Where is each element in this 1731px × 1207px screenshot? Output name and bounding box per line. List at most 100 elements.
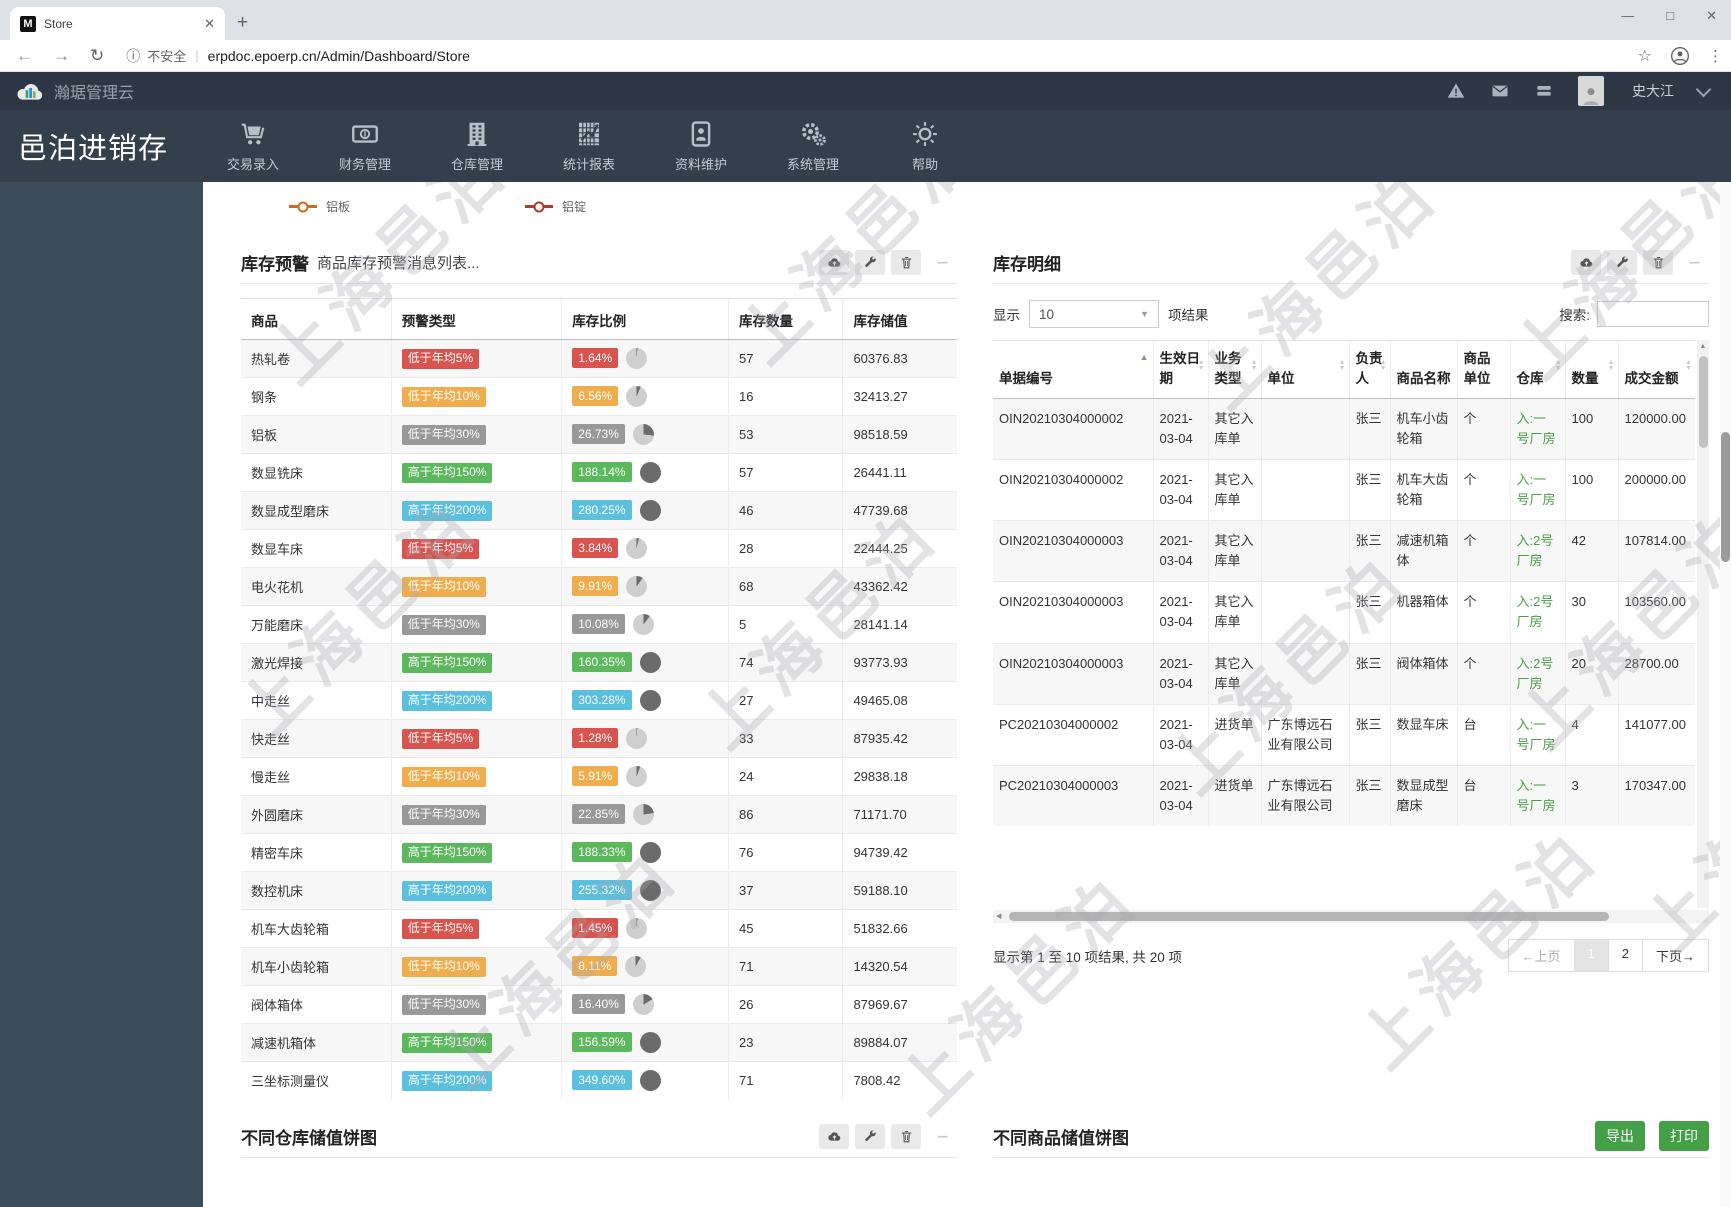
address-bar[interactable]: ⓘ 不安全 | erpdoc.epoerp.cn/Admin/Dashboard…: [126, 46, 1637, 66]
warning-table-row[interactable]: 三坐标测量仪 高于年均200% 349.60% 71 7808.42: [241, 1061, 957, 1099]
bookmark-star-icon[interactable]: ☆: [1638, 46, 1652, 66]
warehouse-cell[interactable]: 入:一号厂房: [1509, 458, 1565, 521]
page-button-2[interactable]: 2: [1607, 939, 1643, 972]
detail-table-row[interactable]: OIN20210304000002 2021-03-04 其它入库单 张三 机车小齿轮箱…: [993, 397, 1695, 460]
page-button-1[interactable]: 1: [1573, 939, 1609, 972]
warehouse-cell[interactable]: 入:一号厂房: [1509, 703, 1565, 766]
cloud-upload-button[interactable]: [819, 1123, 849, 1149]
warning-table-row[interactable]: 阀体箱体 低于年均30% 16.40% 26 87969.67: [241, 985, 957, 1024]
warning-table-row[interactable]: 激光焊接 高于年均150% 160.35% 74 93773.93: [241, 643, 957, 682]
chevron-down-icon[interactable]: [1695, 81, 1712, 97]
detail-column-header[interactable]: 成交金额 ▲ ▼: [1617, 340, 1695, 399]
tab-close-icon[interactable]: ✕: [204, 16, 215, 32]
warehouse-cell[interactable]: 入:2号厂房: [1509, 520, 1565, 582]
warning-column-header[interactable]: 库存数量: [728, 298, 843, 340]
nav-item-reports[interactable]: 统计报表: [555, 119, 623, 173]
window-minimize-button[interactable]: —: [1621, 8, 1634, 24]
detail-table-row[interactable]: PC20210304000002 2021-03-04 进货单 广东博远石业有限公司张…: [993, 703, 1695, 766]
user-avatar[interactable]: [1578, 76, 1604, 106]
detail-column-header[interactable]: 商品名称: [1389, 340, 1457, 399]
table-vertical-scrollbar[interactable]: ▲: [1697, 340, 1709, 908]
prev-page-button[interactable]: ←上页: [1507, 939, 1575, 972]
detail-column-header[interactable]: 仓库 ▲ ▼: [1509, 340, 1565, 399]
search-input[interactable]: [1597, 301, 1709, 327]
warning-table-row[interactable]: 钢条 低于年均10% 6.56% 16 32413.27: [241, 377, 957, 416]
page-scrollbar[interactable]: [1720, 182, 1731, 1207]
mail-icon[interactable]: [1490, 81, 1510, 101]
nav-item-warehouse[interactable]: 仓库管理: [443, 119, 511, 173]
new-tab-button[interactable]: +: [237, 12, 248, 34]
scroll-left-icon[interactable]: ◀: [996, 912, 1001, 920]
warning-table-row[interactable]: 外圆磨床 低于年均30% 22.85% 86 71171.70: [241, 795, 957, 834]
window-close-button[interactable]: ✕: [1706, 8, 1717, 24]
alert-icon[interactable]: [1446, 81, 1466, 101]
detail-column-header[interactable]: 商品单位: [1456, 340, 1510, 399]
detail-table-row[interactable]: OIN20210304000003 2021-03-04 其它入库单 张三 减速机箱体个…: [993, 520, 1695, 582]
horizontal-scroll-thumb[interactable]: [1009, 912, 1609, 921]
trash-button[interactable]: [891, 249, 921, 275]
detail-column-header[interactable]: 单位 ▲ ▼: [1260, 340, 1349, 399]
nav-item-finance[interactable]: 财务管理: [331, 119, 399, 173]
warning-table-row[interactable]: 机车小齿轮箱 低于年均10% 8.11% 71 14320.54: [241, 947, 957, 986]
warning-column-header[interactable]: 商品: [241, 298, 392, 340]
forward-icon[interactable]: →: [53, 46, 70, 66]
reload-icon[interactable]: ↻: [90, 46, 104, 66]
detail-column-header[interactable]: 业务类型 ▲ ▼: [1207, 340, 1261, 399]
trash-button[interactable]: [891, 1123, 921, 1149]
vertical-scroll-thumb[interactable]: [1698, 356, 1708, 448]
warning-table-row[interactable]: 数显铣床 高于年均150% 188.14% 57 26441.11: [241, 453, 957, 492]
wrench-button[interactable]: [1607, 249, 1637, 275]
detail-column-header[interactable]: 生效日期 ▲ ▼: [1152, 340, 1208, 399]
back-icon[interactable]: ←: [16, 46, 33, 66]
page-size-select[interactable]: 10 ▼: [1029, 300, 1159, 328]
rows-icon[interactable]: [1534, 81, 1554, 101]
detail-column-header[interactable]: 数量 ▲ ▼: [1564, 340, 1618, 399]
warning-table-row[interactable]: 电火花机 低于年均10% 9.91% 68 43362.42: [241, 567, 957, 606]
trash-button[interactable]: [1643, 249, 1673, 275]
next-page-button[interactable]: 下页→: [1641, 939, 1709, 972]
print-button[interactable]: 打印: [1659, 1121, 1709, 1151]
warning-table-row[interactable]: 热轧卷 低于年均5% 1.64% 57 60376.83: [241, 339, 957, 378]
legend-item-1[interactable]: 铝板: [289, 198, 350, 215]
detail-table-row[interactable]: OIN20210304000003 2021-03-04 其它入库单 张三 阀体箱体个入…: [993, 642, 1695, 705]
warning-table-row[interactable]: 数显成型磨床 高于年均200% 280.25% 46 47739.68: [241, 491, 957, 530]
export-button[interactable]: 导出: [1595, 1121, 1645, 1151]
cloud-upload-button[interactable]: [1571, 249, 1601, 275]
warehouse-cell[interactable]: 入:2号厂房: [1509, 642, 1565, 705]
warning-table-row[interactable]: 快走丝 低于年均5% 1.28% 33 87935.42: [241, 719, 957, 758]
info-icon[interactable]: ⓘ: [126, 46, 140, 66]
browser-profile-icon[interactable]: [1670, 46, 1690, 66]
warning-table-row[interactable]: 精密车床 高于年均150% 188.33% 76 94739.42: [241, 833, 957, 872]
warning-table-row[interactable]: 慢走丝 低于年均10% 5.91% 24 29838.18: [241, 757, 957, 796]
wrench-button[interactable]: [855, 1123, 885, 1149]
browser-menu-icon[interactable]: ⋮: [1708, 47, 1723, 65]
detail-table-row[interactable]: OIN20210304000003 2021-03-04 其它入库单 张三 机器箱体个入…: [993, 581, 1695, 644]
warehouse-cell[interactable]: 入:2号厂房: [1509, 581, 1565, 644]
page-scroll-thumb[interactable]: [1721, 432, 1730, 562]
nav-item-system[interactable]: 系统管理: [779, 119, 847, 173]
collapse-button[interactable]: [1679, 250, 1709, 275]
warning-table-row[interactable]: 铝板 低于年均30% 26.73% 53 98518.59: [241, 415, 957, 454]
warning-column-header[interactable]: 库存储值: [842, 298, 957, 340]
warehouse-cell[interactable]: 入:一号厂房: [1509, 397, 1565, 460]
warning-table-row[interactable]: 数控机床 高于年均200% 255.32% 37 59188.10: [241, 871, 957, 910]
detail-table-row[interactable]: OIN20210304000002 2021-03-04 其它入库单 张三 机车大齿轮箱…: [993, 458, 1695, 521]
window-maximize-button[interactable]: □: [1666, 8, 1674, 24]
scroll-up-icon[interactable]: ▲: [1697, 340, 1709, 350]
collapse-button[interactable]: [927, 1124, 957, 1149]
wrench-button[interactable]: [855, 249, 885, 275]
warning-table-row[interactable]: 数显车床 低于年均5% 3.84% 28 22444.25: [241, 529, 957, 568]
detail-column-header[interactable]: 负责人 ▲ ▼: [1348, 340, 1390, 399]
nav-item-data-maint[interactable]: 资料维护: [667, 119, 735, 173]
table-horizontal-scrollbar[interactable]: ◀: [993, 910, 1709, 923]
legend-item-2[interactable]: 铝锭: [525, 198, 586, 215]
user-name[interactable]: 史大江: [1632, 81, 1674, 101]
warning-table-row[interactable]: 中走丝 高于年均200% 303.28% 27 49465.08: [241, 681, 957, 720]
warning-table-row[interactable]: 减速机箱体 高于年均150% 156.59% 23 89884.07: [241, 1023, 957, 1062]
warning-table-row[interactable]: 机车大齿轮箱 低于年均5% 1.45% 45 51832.66: [241, 909, 957, 948]
detail-column-header[interactable]: 单据编号 ▲: [993, 340, 1153, 399]
browser-tab[interactable]: M Store ✕: [10, 7, 225, 40]
collapse-button[interactable]: [927, 250, 957, 275]
cloud-upload-button[interactable]: [819, 249, 849, 275]
warning-column-header[interactable]: 库存比例: [561, 298, 729, 340]
